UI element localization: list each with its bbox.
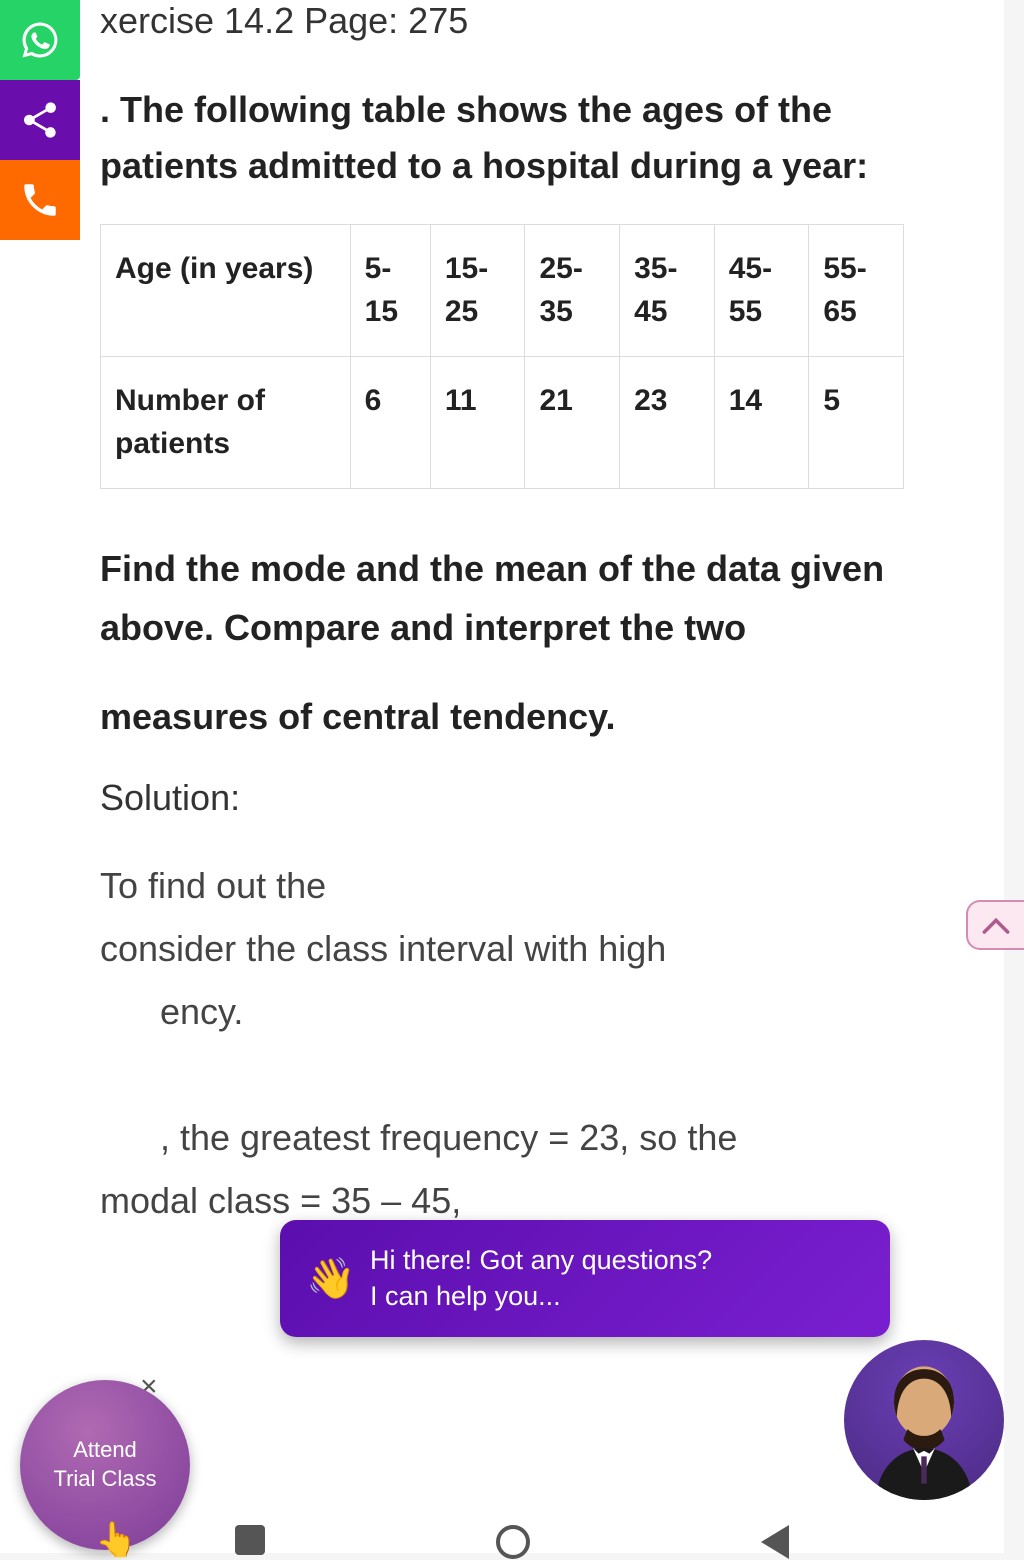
call-button[interactable] [0, 160, 80, 240]
page-title: xercise 14.2 Page: 275 [100, 0, 904, 42]
table-cell: 45-55 [714, 224, 809, 356]
table-cell: 21 [525, 356, 620, 488]
chat-line: Hi there! Got any questions? [370, 1242, 860, 1278]
table-cell: 5 [809, 356, 904, 488]
person-icon [854, 1350, 994, 1500]
table-cell: 11 [430, 356, 525, 488]
whatsapp-button[interactable] [0, 0, 80, 80]
solution-body: To find out the consider the class inter… [100, 854, 904, 1232]
table-header-cell: Age (in years) [101, 224, 351, 356]
question-followup-1: Find the mode and the mean of the data g… [100, 539, 904, 658]
trial-line: Trial Class [53, 1465, 156, 1494]
solution-line: To find out the [100, 865, 326, 906]
solution-label: Solution: [100, 777, 904, 819]
system-nav-bar [0, 1525, 1024, 1559]
data-table: Age (in years) 5-15 15-25 25-35 35-45 45… [100, 224, 904, 489]
solution-line: consider the class interval with high [100, 928, 666, 969]
table-cell: 15-25 [430, 224, 525, 356]
table-cell: 14 [714, 356, 809, 488]
chat-line: I can help you... [370, 1278, 860, 1314]
recent-apps-button[interactable] [235, 1525, 265, 1555]
solution-line: ency. [160, 991, 243, 1032]
table-cell: 23 [620, 356, 715, 488]
wave-icon: 👋 [306, 1252, 356, 1306]
share-icon [19, 99, 61, 141]
home-button[interactable] [496, 1525, 530, 1559]
table-cell: 55-65 [809, 224, 904, 356]
trial-line: Attend [73, 1436, 137, 1465]
table-header-cell: Number of patients [101, 356, 351, 488]
table-cell: 25-35 [525, 224, 620, 356]
whatsapp-icon [19, 19, 61, 61]
solution-line: modal class = 35 – 45, [100, 1180, 461, 1221]
chat-avatar[interactable] [844, 1340, 1004, 1500]
table-row: Number of patients 6 11 21 23 14 5 [101, 356, 904, 488]
table-row: Age (in years) 5-15 15-25 25-35 35-45 45… [101, 224, 904, 356]
share-button[interactable] [0, 80, 80, 160]
question-followup-2: measures of central tendency. [100, 687, 904, 746]
social-bar [0, 0, 80, 240]
question-intro: . The following table shows the ages of … [100, 82, 904, 194]
scroll-top-button[interactable] [966, 900, 1024, 950]
solution-line: , the greatest frequency = 23, so the [160, 1117, 737, 1158]
table-cell: 35-45 [620, 224, 715, 356]
table-cell: 6 [350, 356, 430, 488]
back-button[interactable] [761, 1525, 789, 1559]
phone-icon [19, 179, 61, 221]
chevron-up-icon [982, 915, 1010, 935]
table-cell: 5-15 [350, 224, 430, 356]
chat-popup[interactable]: 👋 Hi there! Got any questions? I can hel… [280, 1220, 890, 1337]
